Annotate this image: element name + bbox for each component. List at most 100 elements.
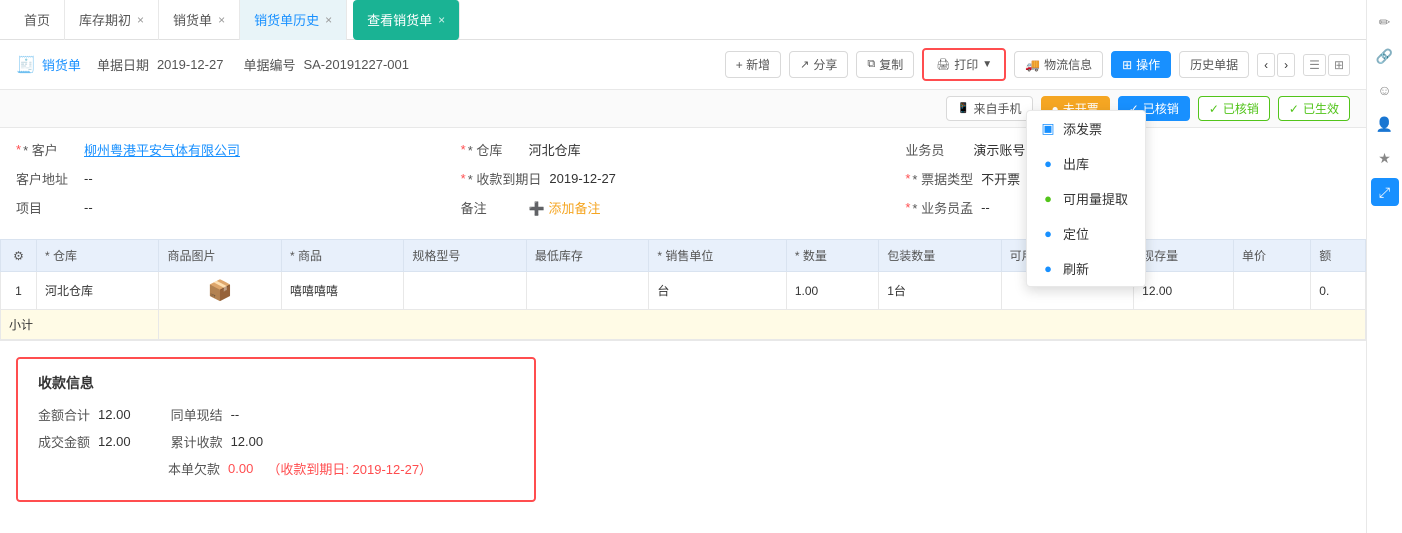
payment-row-3: 本单欠款 0.00 （收款到期日: 2019-12-27）	[38, 459, 514, 478]
project-label: 项目	[16, 198, 76, 217]
print-button-wrapper: 🖨 打印 ▼	[922, 48, 1006, 81]
col-unit: * 销售单位	[649, 240, 787, 272]
tab-inventory-init[interactable]: 库存期初 ×	[65, 0, 159, 40]
row-image: 📦	[159, 272, 281, 310]
address-field: 客户地址 --	[16, 169, 461, 188]
nav-arrows: ‹ ›	[1257, 53, 1295, 77]
transaction-amount-value: 12.00	[98, 434, 131, 449]
doc-header: 🧾 销货单 单据日期 2019-12-27 单据编号 SA-20191227-0…	[0, 40, 1366, 90]
staff-label: 业务员	[905, 140, 965, 159]
payment-date-label: * * 收款到期日	[461, 169, 542, 188]
tab-close-sales[interactable]: ×	[218, 13, 225, 27]
cumulative-payment-value: 12.00	[231, 434, 264, 449]
total-amount-value: 12.00	[98, 407, 131, 422]
doc-type-label: 🧾 销货单	[16, 55, 81, 75]
table-header-row: ⚙ * 仓库 商品图片 * 商品 规格型号 最低库存 * 销售单位 * 数量 包…	[1, 240, 1366, 272]
sidebar-edit-icon[interactable]: ✏	[1371, 8, 1399, 36]
table-row: 1 河北仓库 📦 嘻嘻嘻嘻 台 1.00 1台 12.00	[1, 272, 1366, 310]
sub-toolbar: 📱 来自手机 ● 未开票 ✓ 已核销 ✓ 已核销 ✓ 已生效	[0, 90, 1366, 128]
doc-meta: 单据日期 2019-12-27 单据编号 SA-20191227-001	[97, 55, 409, 74]
list-view-icon[interactable]: ☰	[1303, 54, 1326, 76]
tab-view-sales[interactable]: 查看销货单 ×	[353, 0, 460, 40]
payment-date-field: * * 收款到期日 2019-12-27	[461, 169, 906, 188]
locate-icon: ●	[1041, 227, 1055, 241]
doc-header-right: + 新增 ↗ 分享 ⧉ 复制 🖨 打印 ▼	[725, 48, 1350, 81]
customer-value[interactable]: 柳州粤港平安气体有限公司	[84, 140, 240, 159]
warehouse-value: 河北仓库	[529, 140, 581, 159]
refresh-icon: ●	[1041, 262, 1055, 276]
staff2-value: --	[981, 200, 990, 215]
sidebar-expand-icon[interactable]: ⤢	[1371, 178, 1399, 206]
total-amount-item: 金额合计 12.00	[38, 405, 131, 424]
order-balance-note: （收款到期日: 2019-12-27）	[267, 459, 432, 478]
address-value: --	[84, 171, 93, 186]
row-unit-price	[1234, 272, 1311, 310]
transaction-amount-item: 成交金额 12.00	[38, 432, 131, 451]
col-package-qty: 包装数量	[879, 240, 1001, 272]
tab-sales-order[interactable]: 销货单 ×	[159, 0, 240, 40]
outbound-item[interactable]: ● 出库	[1027, 146, 1145, 181]
staff2-label: * * 业务员孟	[905, 198, 973, 217]
new-button[interactable]: + 新增	[725, 51, 781, 78]
ticket-type-label: * * 票据类型	[905, 169, 973, 188]
share-button[interactable]: ↗ 分享	[789, 51, 848, 78]
payment-row-2: 成交金额 12.00 累计收款 12.00	[38, 432, 514, 451]
already-verified-badge: ✓ 已核销	[1198, 96, 1270, 121]
order-balance-value: 0.00	[228, 461, 253, 476]
grid-view-icon[interactable]: ⊞	[1328, 54, 1350, 76]
project-field: 项目 --	[16, 198, 461, 217]
col-spec: 规格型号	[404, 240, 526, 272]
tab-close-history[interactable]: ×	[325, 13, 332, 27]
row-warehouse: 河北仓库	[37, 272, 159, 310]
payment-row-1: 金额合计 12.00 同单现结 --	[38, 405, 514, 424]
customer-label: * * 客户	[16, 140, 76, 159]
row-amount: 0.	[1311, 272, 1366, 310]
add-invoice-item[interactable]: ▣ 添发票	[1027, 111, 1145, 146]
note-field: 备注 ➕ 添加备注	[461, 198, 906, 217]
cumulative-payment-label: 累计收款	[171, 432, 223, 451]
view-icons: ☰ ⊞	[1303, 54, 1350, 76]
col-product: * 商品	[281, 240, 403, 272]
col-amount: 额	[1311, 240, 1366, 272]
subtotal-row: 小计	[1, 310, 1366, 340]
col-min-stock: 最低库存	[526, 240, 648, 272]
order-balance-label: 本单欠款	[168, 459, 220, 478]
col-warehouse: * 仓库	[37, 240, 159, 272]
print-button[interactable]: 🖨 打印 ▼	[926, 52, 1002, 77]
copy-button[interactable]: ⧉ 复制	[856, 51, 914, 78]
col-current-stock: 现存量	[1134, 240, 1234, 272]
tab-home[interactable]: 首页	[10, 0, 65, 40]
nav-prev[interactable]: ‹	[1257, 53, 1275, 77]
nav-next[interactable]: ›	[1277, 53, 1295, 77]
doc-header-left: 🧾 销货单 单据日期 2019-12-27 单据编号 SA-20191227-0…	[16, 55, 409, 75]
operations-button[interactable]: ⊞ 操作	[1111, 51, 1171, 78]
total-amount-label: 金额合计	[38, 405, 90, 424]
main-area: 🧾 销货单 单据日期 2019-12-27 单据编号 SA-20191227-0…	[0, 40, 1366, 533]
col-settings[interactable]: ⚙	[1, 240, 37, 272]
form-section: * * 客户 柳州粤港平安气体有限公司 * * 仓库 河北仓库 业务员 演示账号	[0, 128, 1366, 239]
project-value: --	[84, 200, 93, 215]
available-qty-item[interactable]: ● 可用量提取	[1027, 181, 1145, 216]
ticket-type-value: 不开票	[981, 169, 1020, 188]
sidebar-user-icon[interactable]: 👤	[1371, 110, 1399, 138]
locate-item[interactable]: ● 定位	[1027, 216, 1145, 251]
history-button[interactable]: 历史单据	[1179, 51, 1249, 78]
tab-sales-history[interactable]: 销货单历史 ×	[240, 0, 347, 40]
sidebar-comment-icon[interactable]: ☺	[1371, 76, 1399, 104]
outbound-icon: ●	[1041, 157, 1055, 171]
tab-close-view[interactable]: ×	[438, 13, 445, 27]
from-phone-button[interactable]: 📱 来自手机	[946, 96, 1032, 121]
row-spec	[404, 272, 526, 310]
bottom-panel: 收款信息 金额合计 12.00 同单现结 -- 成交金额 12.00	[0, 340, 1366, 518]
logistics-button[interactable]: 🚚 物流信息	[1014, 51, 1103, 78]
sidebar-star-icon[interactable]: ★	[1371, 144, 1399, 172]
refresh-item[interactable]: ● 刷新	[1027, 251, 1145, 286]
app-container: 首页 库存期初 × 销货单 × 销货单历史 × 查看销货单 × × 🧾 销货单	[0, 0, 1402, 533]
sidebar-link-icon[interactable]: 🔗	[1371, 42, 1399, 70]
form-row-3: 项目 -- 备注 ➕ 添加备注 * * 业务员孟 --	[16, 198, 1350, 217]
tab-close-inventory[interactable]: ×	[137, 13, 144, 27]
note-add-button[interactable]: ➕ 添加备注	[529, 198, 601, 217]
cumulative-payment-item: 累计收款 12.00	[171, 432, 264, 451]
same-order-value: --	[231, 407, 240, 422]
col-unit-price: 单价	[1234, 240, 1311, 272]
